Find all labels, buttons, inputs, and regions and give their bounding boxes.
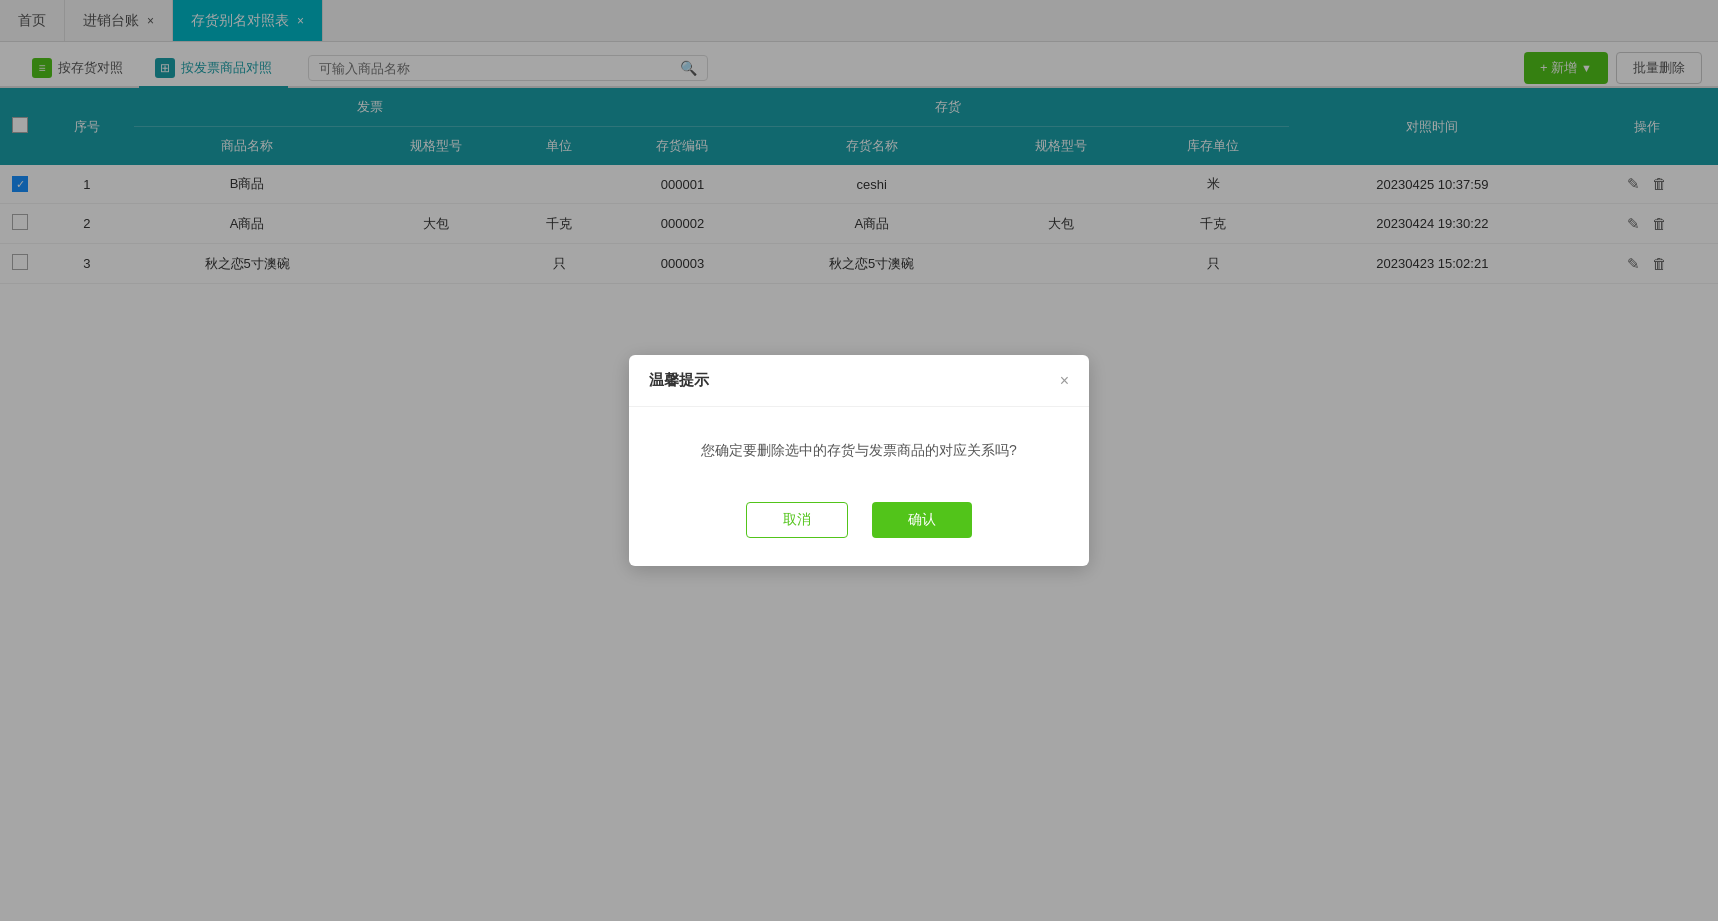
cancel-label: 取消: [783, 511, 811, 527]
modal-footer: 取消 确认: [629, 486, 1089, 566]
modal-box: 温馨提示 × 您确定要删除选中的存货与发票商品的对应关系吗? 取消 确认: [629, 355, 1089, 565]
modal-body: 您确定要删除选中的存货与发票商品的对应关系吗?: [629, 407, 1089, 485]
modal-title: 温馨提示: [649, 371, 709, 390]
cancel-button[interactable]: 取消: [746, 502, 848, 538]
modal-close-button[interactable]: ×: [1060, 372, 1069, 390]
confirm-label: 确认: [908, 511, 936, 527]
modal-header: 温馨提示 ×: [629, 355, 1089, 407]
modal-overlay: 温馨提示 × 您确定要删除选中的存货与发票商品的对应关系吗? 取消 确认: [0, 0, 1718, 921]
confirm-button[interactable]: 确认: [872, 502, 972, 538]
modal-message: 您确定要删除选中的存货与发票商品的对应关系吗?: [701, 442, 1017, 458]
